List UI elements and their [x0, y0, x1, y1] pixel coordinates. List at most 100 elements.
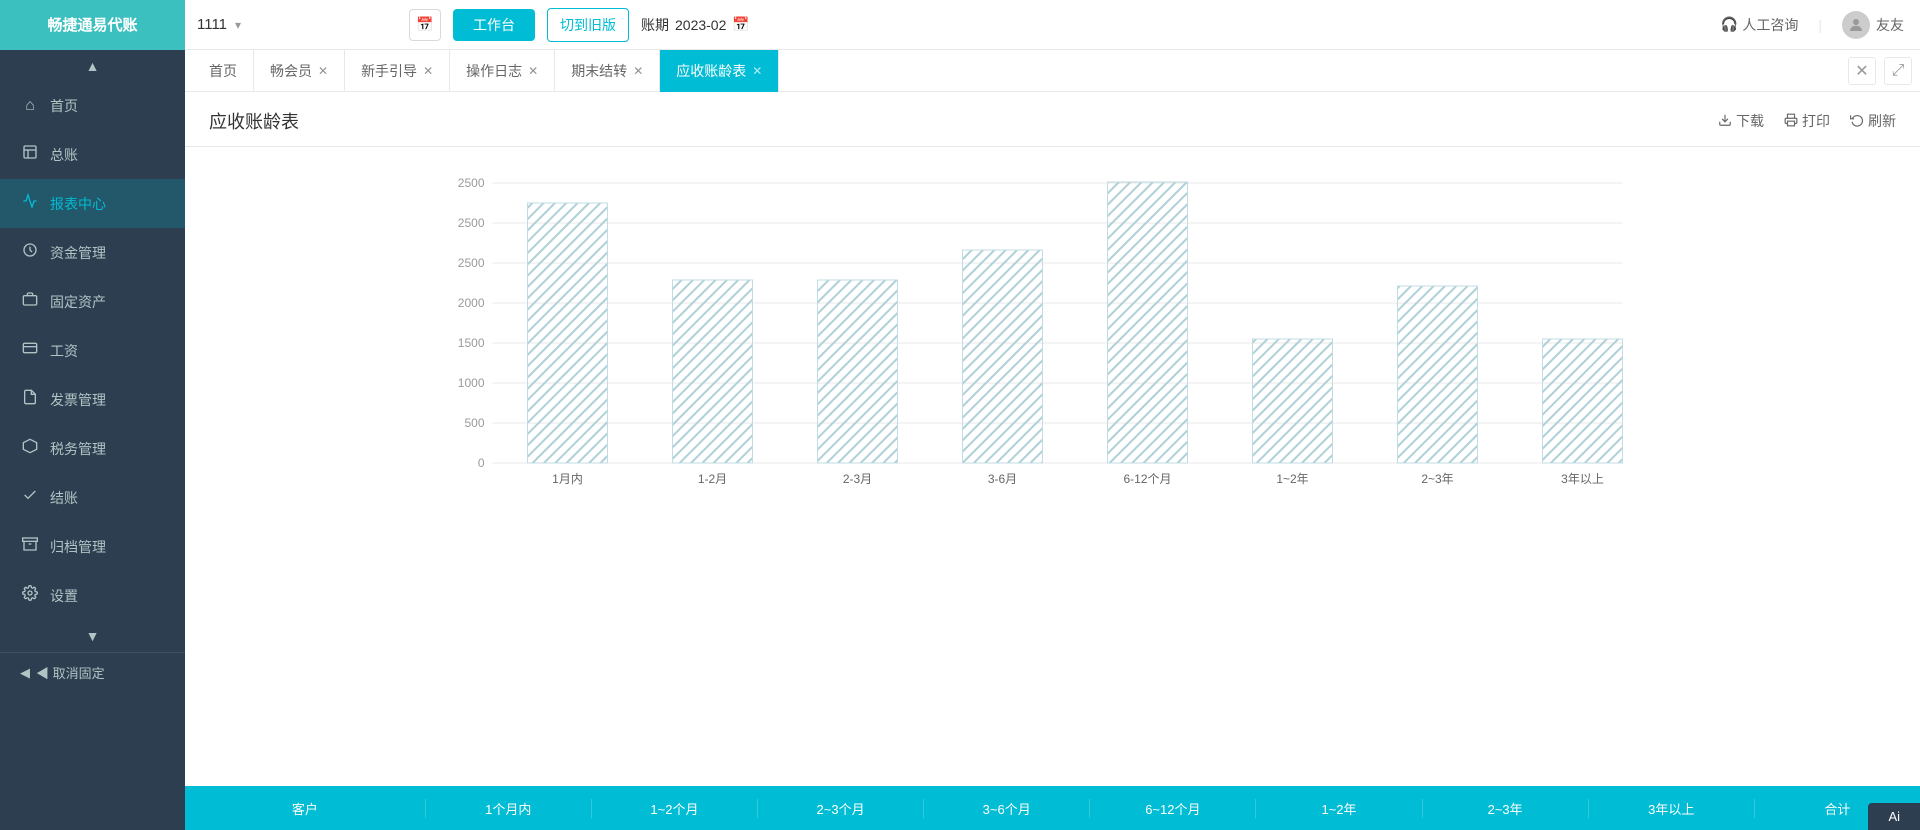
close-all-tabs-button[interactable]: ✕ [1848, 57, 1876, 85]
download-button[interactable]: 下载 [1718, 111, 1764, 131]
unpin-button[interactable]: ◀ ◀ 取消固定 [0, 652, 185, 692]
sidebar: ▲ ⌂ 首页 总账 报表中心 资金管理 固定资产 [0, 50, 185, 830]
tab-period-end-label: 期末结转 [571, 61, 627, 81]
svg-text:1000: 1000 [458, 376, 485, 390]
refresh-button[interactable]: 刷新 [1850, 111, 1896, 131]
bar-1月内 [528, 203, 608, 463]
period-calendar-icon[interactable]: 📅 [732, 16, 749, 33]
sidebar-item-salary[interactable]: 工资 [0, 326, 185, 375]
sidebar-item-archive[interactable]: 归档管理 [0, 522, 185, 571]
company-select[interactable]: 1111 ▾ [197, 16, 397, 33]
page-actions: 下载 打印 刷新 [1718, 111, 1896, 131]
switch-version-button[interactable]: 切到旧版 [547, 8, 629, 42]
headset-icon: 🎧 [1721, 16, 1738, 33]
tab-home-label: 首页 [209, 61, 237, 81]
tab-aging-close[interactable]: ✕ [752, 64, 762, 78]
sidebar-label-fund: 资金管理 [50, 243, 106, 263]
sidebar-item-tax[interactable]: 税务管理 [0, 424, 185, 473]
sidebar-item-report[interactable]: 报表中心 [0, 179, 185, 228]
tab-guide-label: 新手引导 [361, 61, 417, 81]
svg-text:1500: 1500 [458, 336, 485, 350]
tab-guide-close[interactable]: ✕ [423, 64, 433, 78]
calendar-button[interactable]: 📅 [409, 9, 441, 41]
sidebar-item-ledger[interactable]: 总账 [0, 130, 185, 179]
fund-icon [20, 242, 40, 263]
ai-label: Ai [1888, 809, 1900, 824]
logo-text: 畅捷通易代账 [47, 14, 137, 35]
sidebar-item-invoice[interactable]: 发票管理 [0, 375, 185, 424]
th-6-12month: 6~12个月 [1090, 799, 1256, 818]
tab-home[interactable]: 首页 [193, 50, 254, 92]
sidebar-label-fixed: 固定资产 [50, 292, 106, 312]
consult-area[interactable]: 🎧 人工咨询 [1721, 15, 1798, 35]
tab-log-close[interactable]: ✕ [528, 64, 538, 78]
archive-icon [20, 536, 40, 557]
chevron-down-icon[interactable]: ▾ [235, 18, 241, 32]
th-3year-plus: 3年以上 [1589, 799, 1755, 818]
th-1-2month: 1~2个月 [592, 799, 758, 818]
tabs-bar: 首页 畅会员 ✕ 新手引导 ✕ 操作日志 ✕ 期末结转 ✕ 应收账龄表 ✕ [185, 50, 1920, 92]
svg-text:6-12个月: 6-12个月 [1123, 472, 1171, 486]
bar-2-3年 [1398, 286, 1478, 463]
print-icon [1784, 113, 1798, 130]
svg-text:2~3年: 2~3年 [1421, 472, 1453, 486]
svg-text:0: 0 [478, 456, 485, 470]
tab-member-label: 畅会员 [270, 61, 312, 81]
table-header: 客户 1个月内 1~2个月 2~3个月 3~6个月 6~12个月 1~2年 2~… [185, 786, 1920, 830]
sidebar-label-settings: 设置 [50, 586, 78, 606]
sidebar-label-archive: 归档管理 [50, 537, 106, 557]
invoice-icon [20, 389, 40, 410]
chart-container: 2500 2500 2500 2000 1500 1000 500 [185, 147, 1920, 786]
workbench-button[interactable]: 工作台 [453, 9, 535, 41]
svg-text:1-2月: 1-2月 [698, 472, 727, 486]
scroll-down-button[interactable]: ▼ [0, 620, 185, 652]
print-button[interactable]: 打印 [1784, 111, 1830, 131]
divider: | [1818, 17, 1822, 33]
bar-1-2月 [673, 280, 753, 463]
company-name: 1111 [197, 16, 227, 33]
pin-label: ◀ 取消固定 [36, 663, 105, 682]
sidebar-item-settings[interactable]: 设置 [0, 571, 185, 620]
svg-text:2500: 2500 [458, 216, 485, 230]
tab-member[interactable]: 畅会员 ✕ [254, 50, 345, 92]
page-content: 应收账龄表 下载 打印 [185, 92, 1920, 830]
user-area[interactable]: 友友 [1842, 11, 1904, 39]
tab-period-end[interactable]: 期末结转 ✕ [555, 50, 660, 92]
tab-log[interactable]: 操作日志 ✕ [450, 50, 555, 92]
report-icon [20, 193, 40, 214]
th-2-3year: 2~3年 [1423, 799, 1589, 818]
svg-text:500: 500 [464, 416, 484, 430]
tabs-actions: ✕ ⤢ [1848, 57, 1912, 85]
scroll-up-button[interactable]: ▲ [0, 50, 185, 82]
bar-2-3月 [818, 280, 898, 463]
tab-guide[interactable]: 新手引导 ✕ [345, 50, 450, 92]
ledger-icon [20, 144, 40, 165]
user-name: 友友 [1876, 15, 1904, 35]
th-2-3month: 2~3个月 [758, 799, 924, 818]
avatar [1842, 11, 1870, 39]
salary-icon [20, 340, 40, 361]
sidebar-label-report: 报表中心 [50, 194, 106, 214]
svg-text:2500: 2500 [458, 256, 485, 270]
sidebar-item-fixed[interactable]: 固定资产 [0, 277, 185, 326]
th-1-2year: 1~2年 [1256, 799, 1422, 818]
sidebar-label-tax: 税务管理 [50, 439, 106, 459]
sidebar-item-fund[interactable]: 资金管理 [0, 228, 185, 277]
page-title: 应收账龄表 [209, 108, 299, 134]
sidebar-label-ledger: 总账 [50, 145, 78, 165]
download-icon [1718, 113, 1732, 130]
maximize-button[interactable]: ⤢ [1884, 57, 1912, 85]
tab-period-end-close[interactable]: ✕ [633, 64, 643, 78]
tab-aging[interactable]: 应收账龄表 ✕ [660, 50, 779, 92]
tax-icon [20, 438, 40, 459]
refresh-label: 刷新 [1868, 111, 1896, 131]
svg-text:3年以上: 3年以上 [1561, 472, 1604, 486]
tab-member-close[interactable]: ✕ [318, 64, 328, 78]
sidebar-item-home[interactable]: ⌂ 首页 [0, 82, 185, 130]
sidebar-label-invoice: 发票管理 [50, 390, 106, 410]
sidebar-item-checkout[interactable]: 结账 [0, 473, 185, 522]
logo: 畅捷通易代账 [0, 0, 185, 50]
chart-wrapper: 2500 2500 2500 2000 1500 1000 500 [195, 167, 1890, 527]
svg-text:1月内: 1月内 [552, 472, 583, 486]
print-label: 打印 [1802, 111, 1830, 131]
